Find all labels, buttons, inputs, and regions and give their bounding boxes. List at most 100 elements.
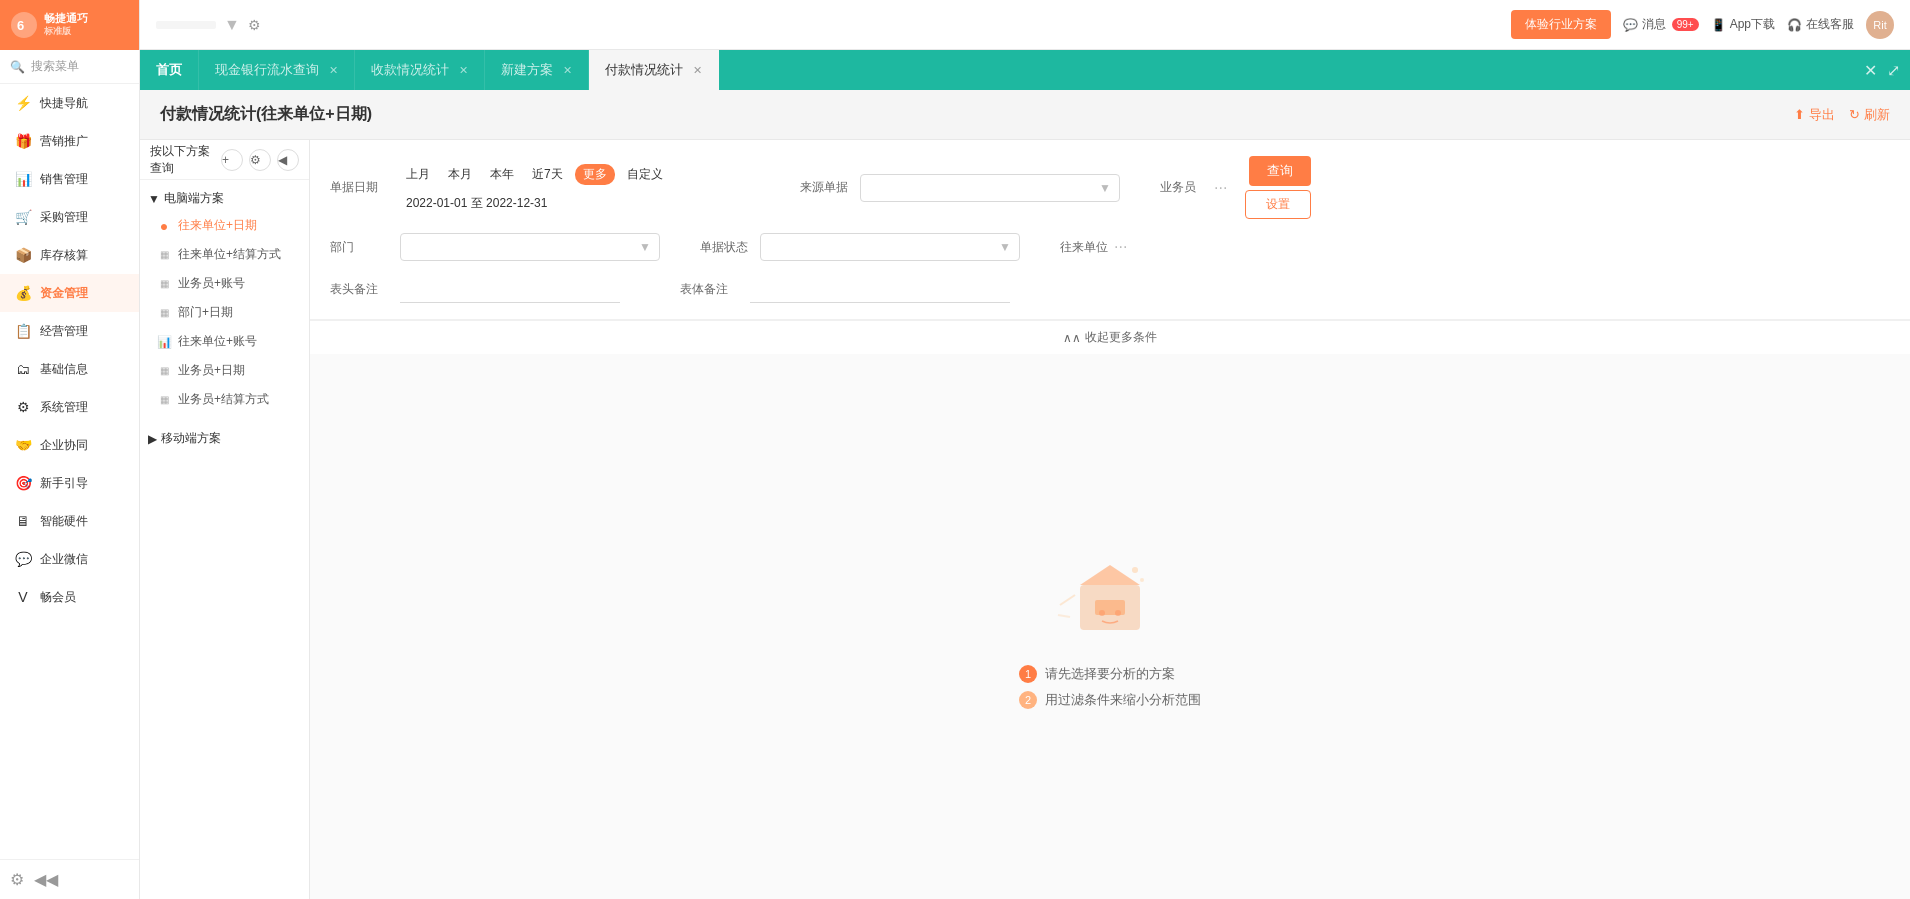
maximize-icon[interactable]: ⤢ — [1887, 61, 1900, 80]
weixin-icon: 💬 — [14, 550, 32, 568]
sidebar-item-operations[interactable]: 📋 经营管理 — [0, 312, 139, 350]
tab-new-scheme-close-icon[interactable]: ✕ — [563, 64, 572, 77]
sidebar-item-marketing[interactable]: 🎁 营销推广 — [0, 122, 139, 160]
add-icon: + — [222, 153, 242, 167]
date-btn-more[interactable]: 更多 — [575, 164, 615, 185]
scheme-item-salesman-date[interactable]: ▦ 业务员+日期 — [140, 356, 309, 385]
sidebar-item-basic[interactable]: 🗂 基础信息 — [0, 350, 139, 388]
sidebar-item-purchase[interactable]: 🛒 采购管理 — [0, 198, 139, 236]
svg-point-6 — [1140, 578, 1144, 582]
close-all-tabs-icon[interactable]: ✕ — [1864, 61, 1877, 80]
app-download-button[interactable]: 📱 App下载 — [1711, 16, 1775, 33]
tab-receipt-stat[interactable]: 收款情况统计 ✕ — [355, 50, 485, 90]
refresh-button[interactable]: ↻ 刷新 — [1849, 106, 1890, 124]
scheme-grid-icon: ▦ — [156, 363, 172, 379]
scheme-settings-button[interactable]: ⚙ — [249, 149, 271, 171]
mobile-section-title[interactable]: ▶ 移动端方案 — [140, 426, 309, 451]
dept-dropdown-icon: ▼ — [639, 240, 651, 254]
tab-home[interactable]: 首页 — [140, 50, 199, 90]
svg-line-7 — [1060, 595, 1075, 605]
refresh-icon: ↻ — [1849, 107, 1860, 122]
desktop-section-title[interactable]: ▼ 电脑端方案 — [140, 186, 309, 211]
online-service-button[interactable]: 🎧 在线客服 — [1787, 16, 1854, 33]
scheme-grid-icon: ▦ — [156, 305, 172, 321]
sidebar-item-inventory[interactable]: 📦 库存核算 — [0, 236, 139, 274]
scheme-panel-title: 按以下方案查询 — [150, 143, 215, 177]
date-btn-last-month[interactable]: 上月 — [400, 164, 436, 185]
scheme-item-unit-settlement[interactable]: ▦ 往来单位+结算方式 — [140, 240, 309, 269]
sidebar-item-sales[interactable]: 📊 销售管理 — [0, 160, 139, 198]
tab-new-scheme[interactable]: 新建方案 ✕ — [485, 50, 589, 90]
search-menu[interactable]: 🔍 搜索菜单 — [0, 50, 139, 84]
user-avatar[interactable]: Rit — [1866, 11, 1894, 39]
sidebar-item-quick-nav[interactable]: ⚡ 快捷导航 — [0, 84, 139, 122]
docstatus-filter-select[interactable]: ▼ — [760, 233, 1020, 261]
search-icon: 🔍 — [10, 60, 25, 74]
sidebar-item-cooperation[interactable]: 🤝 企业协同 — [0, 426, 139, 464]
scheme-item-salesman-account[interactable]: ▦ 业务员+账号 — [140, 269, 309, 298]
date-btn-this-year[interactable]: 本年 — [484, 164, 520, 185]
sidebar-item-hardware[interactable]: 🖥 智能硬件 — [0, 502, 139, 540]
partner-filter-dots[interactable]: ··· — [1110, 238, 1131, 256]
scheme-item-unit-date[interactable]: ● 往来单位+日期 — [140, 211, 309, 240]
mobile-section-label: 移动端方案 — [161, 430, 221, 447]
try-industry-button[interactable]: 体验行业方案 — [1511, 10, 1611, 39]
filter-settings-button[interactable]: 设置 — [1245, 190, 1311, 219]
date-btn-7days[interactable]: 近7天 — [526, 164, 569, 185]
filter-row-1: 单据日期 上月 本月 本年 近7天 更多 自定义 2022-01-01 至 20… — [330, 156, 1890, 219]
header-note-input[interactable] — [400, 275, 620, 303]
svg-line-8 — [1058, 615, 1070, 617]
scheme-item-dept-date[interactable]: ▦ 部门+日期 — [140, 298, 309, 327]
settings-footer-icon[interactable]: ⚙ — [10, 870, 24, 889]
user-name: Rit — [1873, 19, 1886, 31]
collapse-label: 收起更多条件 — [1085, 329, 1157, 346]
collapse-panel-button[interactable]: ◀ — [277, 149, 299, 171]
sidebar-item-fund[interactable]: 💰 资金管理 — [0, 274, 139, 312]
sidebar-item-system[interactable]: ⚙ 系统管理 — [0, 388, 139, 426]
filter-row-3: 表头备注 表体备注 — [330, 275, 1890, 303]
tab-payment-stat-close-icon[interactable]: ✕ — [693, 64, 702, 77]
date-btn-this-month[interactable]: 本月 — [442, 164, 478, 185]
page-title: 付款情况统计(往来单位+日期) — [160, 104, 1794, 125]
scheme-item-salesman-settlement[interactable]: ▦ 业务员+结算方式 — [140, 385, 309, 414]
message-button[interactable]: 💬 消息 99+ — [1623, 16, 1699, 33]
tab-receipt-stat-close-icon[interactable]: ✕ — [459, 64, 468, 77]
topbar-dropdown-icon[interactable]: ▼ — [224, 16, 240, 34]
empty-tip-2: 2 用过滤条件来缩小分析范围 — [1019, 691, 1201, 709]
sidebar-item-label: 系统管理 — [40, 399, 88, 416]
collapse-filter-button[interactable]: ∧∧ 收起更多条件 — [310, 320, 1910, 354]
sidebar-item-label: 新手引导 — [40, 475, 88, 492]
topbar-settings-icon[interactable]: ⚙ — [248, 17, 261, 33]
scheme-item-label: 往来单位+日期 — [178, 217, 257, 234]
svg-point-5 — [1132, 567, 1138, 573]
sidebar-item-weixin[interactable]: 💬 企业微信 — [0, 540, 139, 578]
scheme-item-label: 部门+日期 — [178, 304, 233, 321]
date-btn-custom[interactable]: 自定义 — [621, 164, 669, 185]
sidebar-item-label: 快捷导航 — [40, 95, 88, 112]
source-filter-select[interactable]: ▼ — [860, 174, 1120, 202]
sidebar-item-label: 销售管理 — [40, 171, 88, 188]
collapse-sidebar-icon[interactable]: ◀◀ — [34, 870, 58, 889]
body-note-input[interactable] — [750, 275, 1010, 303]
svg-marker-3 — [1080, 565, 1140, 585]
tab-bank-flow-close-icon[interactable]: ✕ — [329, 64, 338, 77]
filter-row-2: 部门 ▼ 单据状态 ▼ 往来单位 ··· — [330, 233, 1890, 261]
salesman-filter-dots[interactable]: ··· — [1210, 179, 1231, 197]
add-scheme-button[interactable]: + — [221, 149, 243, 171]
sidebar-item-label: 企业协同 — [40, 437, 88, 454]
member-icon: V — [14, 588, 32, 606]
export-button[interactable]: ⬆ 导出 — [1794, 106, 1835, 124]
tab-bank-flow[interactable]: 现金银行流水查询 ✕ — [199, 50, 355, 90]
tab-receipt-stat-label: 收款情况统计 — [371, 61, 449, 79]
sidebar: 6 畅捷通巧 标准版 🔍 搜索菜单 ⚡ 快捷导航 🎁 营销推广 📊 销售管理 🛒… — [0, 0, 140, 899]
refresh-label: 刷新 — [1864, 106, 1890, 124]
scheme-item-unit-account[interactable]: 📊 往来单位+账号 — [140, 327, 309, 356]
sidebar-item-member[interactable]: V 畅会员 — [0, 578, 139, 616]
dept-filter-select[interactable]: ▼ — [400, 233, 660, 261]
sidebar-footer: ⚙ ◀◀ — [0, 859, 139, 899]
page-header-actions: ⬆ 导出 ↻ 刷新 — [1794, 106, 1890, 124]
query-button[interactable]: 查询 — [1249, 156, 1311, 186]
tab-payment-stat[interactable]: 付款情况统计 ✕ — [589, 50, 719, 90]
sidebar-item-guide[interactable]: 🎯 新手引导 — [0, 464, 139, 502]
message-label: 消息 — [1642, 16, 1666, 33]
